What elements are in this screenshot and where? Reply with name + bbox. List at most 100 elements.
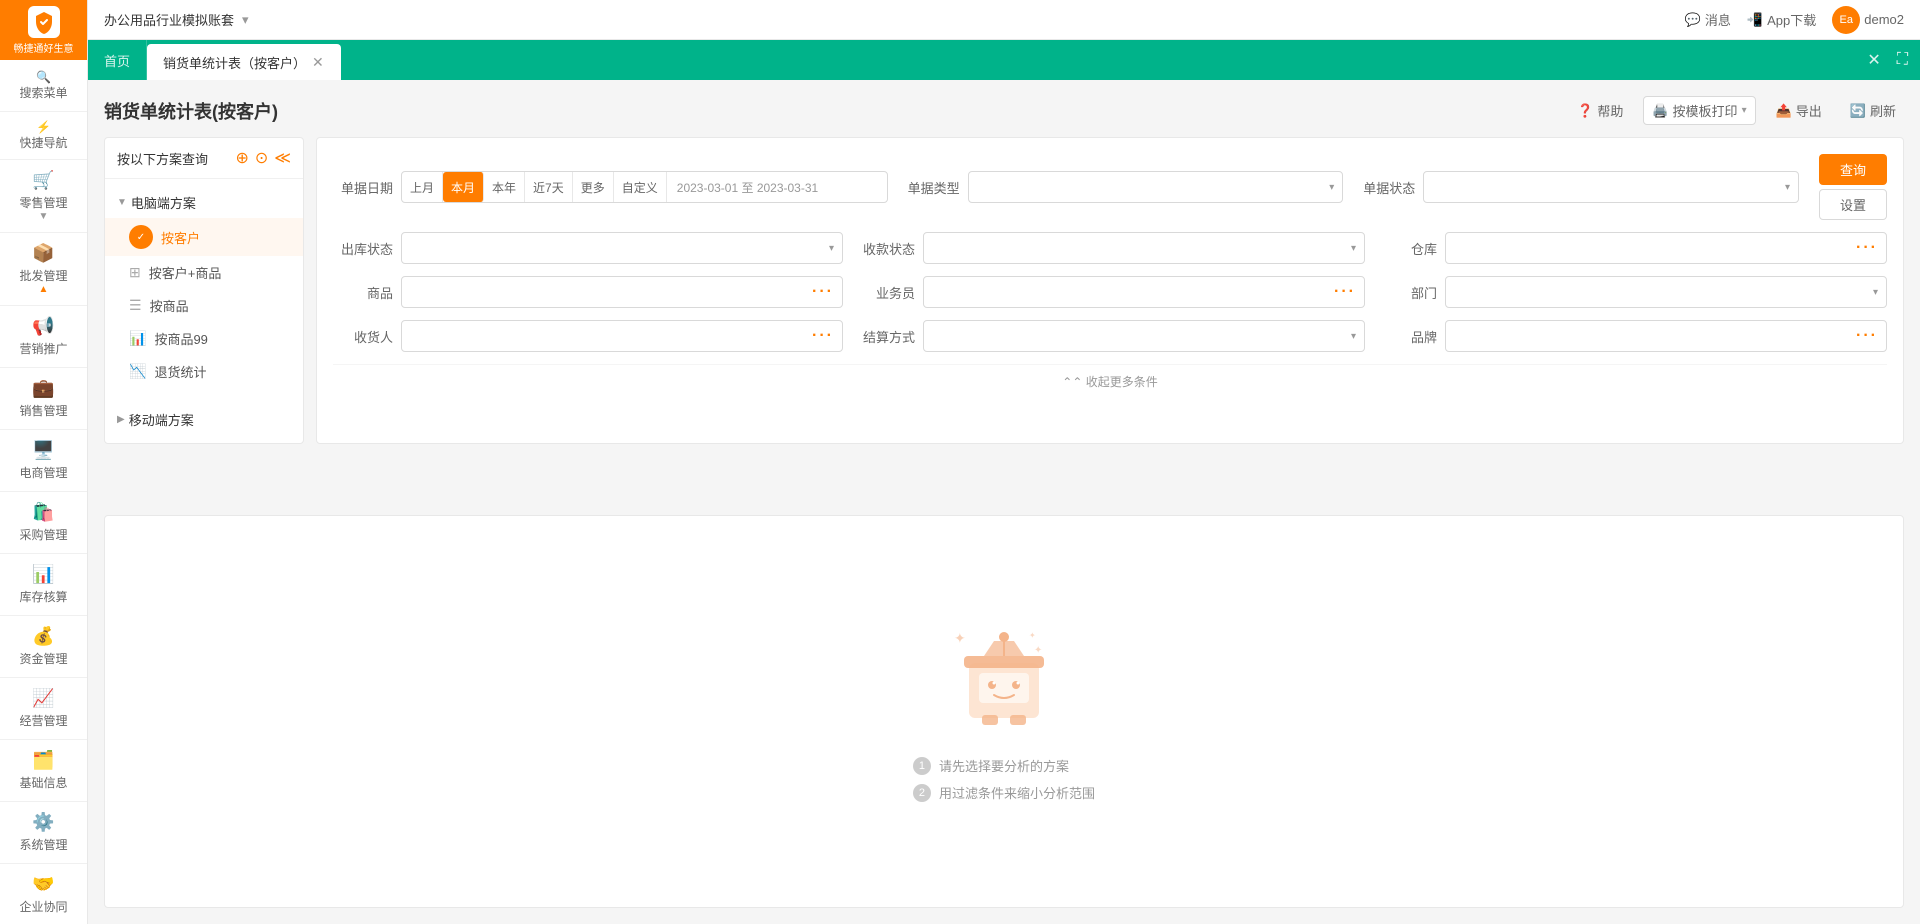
- sidebar-item-system[interactable]: ⚙️ 系统管理: [0, 802, 88, 864]
- scheme-item-by-product[interactable]: ☰ 按商品: [105, 289, 303, 322]
- finance-icon: 💰: [32, 626, 54, 647]
- date-tab-custom[interactable]: 自定义: [614, 172, 667, 202]
- salesperson-control[interactable]: ···: [923, 276, 1365, 308]
- help-icon: ❓: [1577, 103, 1593, 119]
- help-button[interactable]: ❓ 帮助: [1569, 97, 1631, 124]
- brand-ellipsis[interactable]: ···: [1856, 327, 1878, 345]
- scheme-add-btn[interactable]: ⊕: [235, 148, 248, 168]
- sidebar-item-basic[interactable]: 🗂️ 基础信息: [0, 740, 88, 802]
- scheme-collapse-btn[interactable]: ≪: [274, 148, 291, 168]
- header-dropdown-icon[interactable]: ▾: [242, 12, 249, 28]
- sidebar-item-wholesale[interactable]: 📦 批发管理 ▲: [0, 233, 88, 306]
- filter-row-3: 商品 ··· 业务员 ···: [333, 276, 1887, 308]
- scheme-panel-actions: ⊕ ⊙ ≪: [235, 148, 291, 168]
- tab-sales-stat[interactable]: 销货单统计表（按客户） ✕: [147, 44, 341, 80]
- scheme-mobile-header[interactable]: ▶ 移动端方案: [105, 404, 303, 435]
- scheme-item-return-stat[interactable]: 📉 退货统计: [105, 355, 303, 388]
- date-tab-more[interactable]: 更多: [573, 172, 614, 202]
- retail-arrow: ▼: [39, 211, 49, 222]
- ecommerce-label: 电商管理: [19, 464, 67, 481]
- quicknav-icon: ⚡: [36, 120, 51, 134]
- collapse-bar[interactable]: ⌃⌃ 收起更多条件: [333, 364, 1887, 398]
- query-button[interactable]: 查询: [1819, 154, 1887, 185]
- receiptstatus-control[interactable]: ▾: [923, 232, 1365, 264]
- tab-close-btn[interactable]: ✕: [1863, 46, 1884, 74]
- sidebar-item-ecommerce[interactable]: 🖥️ 电商管理: [0, 430, 88, 492]
- dept-control[interactable]: ▾: [1445, 276, 1887, 308]
- receiver-control[interactable]: ···: [401, 320, 843, 352]
- warehouse-control[interactable]: ···: [1445, 232, 1887, 264]
- svg-text:✦: ✦: [1029, 631, 1036, 640]
- sidebar-item-finance[interactable]: 💰 资金管理: [0, 616, 88, 678]
- app-download-action[interactable]: 📲 App下载: [1747, 10, 1816, 29]
- status-arrow-icon: ▾: [1785, 182, 1790, 193]
- sales-label: 销售管理: [19, 402, 67, 419]
- date-tab-lastmonth[interactable]: 上月: [402, 172, 443, 202]
- date-control[interactable]: 上月 本月 本年 近7天 更多 自定义 2023-03-01 至 2023-03…: [401, 171, 888, 203]
- system-icon: ⚙️: [32, 812, 54, 833]
- scheme-item-by-customer[interactable]: ✓ 按客户: [105, 218, 303, 256]
- settings-button[interactable]: 设置: [1819, 189, 1887, 220]
- receiptstatus-label: 收款状态: [855, 239, 915, 258]
- operations-label: 经营管理: [19, 712, 67, 729]
- scheme-edit-btn[interactable]: ⊙: [255, 148, 268, 168]
- basic-label: 基础信息: [19, 774, 67, 791]
- product-ellipsis[interactable]: ···: [812, 283, 834, 301]
- refresh-button[interactable]: 🔄 刷新: [1842, 97, 1904, 124]
- top-header: 办公用品行业模拟账套 ▾ 💬 消息 📲 App下载 Ea demo2: [88, 0, 1920, 40]
- outstatus-label: 出库状态: [333, 239, 393, 258]
- sidebar-item-sales[interactable]: 💼 销售管理: [0, 368, 88, 430]
- tab-close-icon[interactable]: ✕: [312, 54, 324, 71]
- sidebar-item-purchase[interactable]: 🛍️ 采购管理: [0, 492, 88, 554]
- date-tab-thisyear[interactable]: 本年: [484, 172, 525, 202]
- sidebar-item-search[interactable]: 🔍 搜索菜单: [0, 60, 88, 112]
- settlement-control[interactable]: ▾: [923, 320, 1365, 352]
- date-tab-7days[interactable]: 近7天: [525, 172, 573, 202]
- sidebar-item-operations[interactable]: 📈 经营管理: [0, 678, 88, 740]
- brand-control[interactable]: ···: [1445, 320, 1887, 352]
- scheme-item-by-product-99[interactable]: 📊 按商品99: [105, 322, 303, 355]
- date-tab-thismonth[interactable]: 本月: [443, 172, 484, 202]
- export-icon: 📤: [1776, 103, 1792, 119]
- by-product-99-label: 按商品99: [154, 329, 207, 348]
- by-product-label: 按商品: [150, 296, 189, 315]
- ecommerce-icon: 🖥️: [32, 440, 54, 461]
- sidebar-item-enterprise[interactable]: 🤝 企业协同: [0, 864, 88, 924]
- scheme-desktop-header[interactable]: ▼ 电脑端方案: [105, 187, 303, 218]
- type-control[interactable]: ▾: [968, 171, 1344, 203]
- mobile-section-label: 移动端方案: [129, 410, 194, 429]
- dept-label: 部门: [1377, 283, 1437, 302]
- salesperson-ellipsis[interactable]: ···: [1334, 283, 1356, 301]
- wholesale-icon: 📦: [32, 243, 54, 264]
- tab-maximize-btn[interactable]: ⛶: [1893, 47, 1912, 73]
- sidebar-item-inventory[interactable]: 📊 库存核算: [0, 554, 88, 616]
- scheme-panel-title: 按以下方案查询: [117, 149, 208, 168]
- outstatus-control[interactable]: ▾: [401, 232, 843, 264]
- scheme-item-by-customer-product[interactable]: ⊞ 按客户+商品: [105, 256, 303, 289]
- settlement-label: 结算方式: [855, 327, 915, 346]
- sidebar-item-quicknav[interactable]: ⚡ 快捷导航: [0, 112, 88, 160]
- refresh-label: 刷新: [1870, 101, 1896, 120]
- print-button[interactable]: 🖨️ 按模板打印 ▾: [1643, 96, 1755, 125]
- by-customer-product-label: 按客户+商品: [149, 263, 222, 282]
- sidebar-item-marketing[interactable]: 📢 营销推广: [0, 306, 88, 368]
- warehouse-ellipsis[interactable]: ···: [1856, 239, 1878, 257]
- wholesale-arrow: ▲: [39, 284, 49, 295]
- receiver-ellipsis[interactable]: ···: [812, 327, 834, 345]
- app-logo: 畅捷通好生意: [0, 0, 88, 60]
- empty-tip-2: 2 用过滤条件来缩小分析范围: [913, 783, 1095, 802]
- sidebar-item-retail[interactable]: 🛒 零售管理 ▼: [0, 160, 88, 233]
- message-label: 消息: [1705, 10, 1731, 29]
- warehouse-label: 仓库: [1377, 239, 1437, 258]
- message-action[interactable]: 💬 消息: [1685, 10, 1731, 29]
- export-button[interactable]: 📤 导出: [1768, 97, 1830, 124]
- user-action[interactable]: Ea demo2: [1832, 6, 1904, 34]
- status-control[interactable]: ▾: [1423, 171, 1799, 203]
- tip-text-2: 用过滤条件来缩小分析范围: [939, 783, 1095, 802]
- filter-status-item: 单据状态 ▾: [1355, 171, 1799, 203]
- collapse-label: 收起更多条件: [1086, 375, 1158, 389]
- quicknav-label: 快捷导航: [19, 134, 67, 151]
- product-control[interactable]: ···: [401, 276, 843, 308]
- download-icon: 📲: [1747, 12, 1763, 28]
- tab-home[interactable]: 首页: [88, 40, 147, 80]
